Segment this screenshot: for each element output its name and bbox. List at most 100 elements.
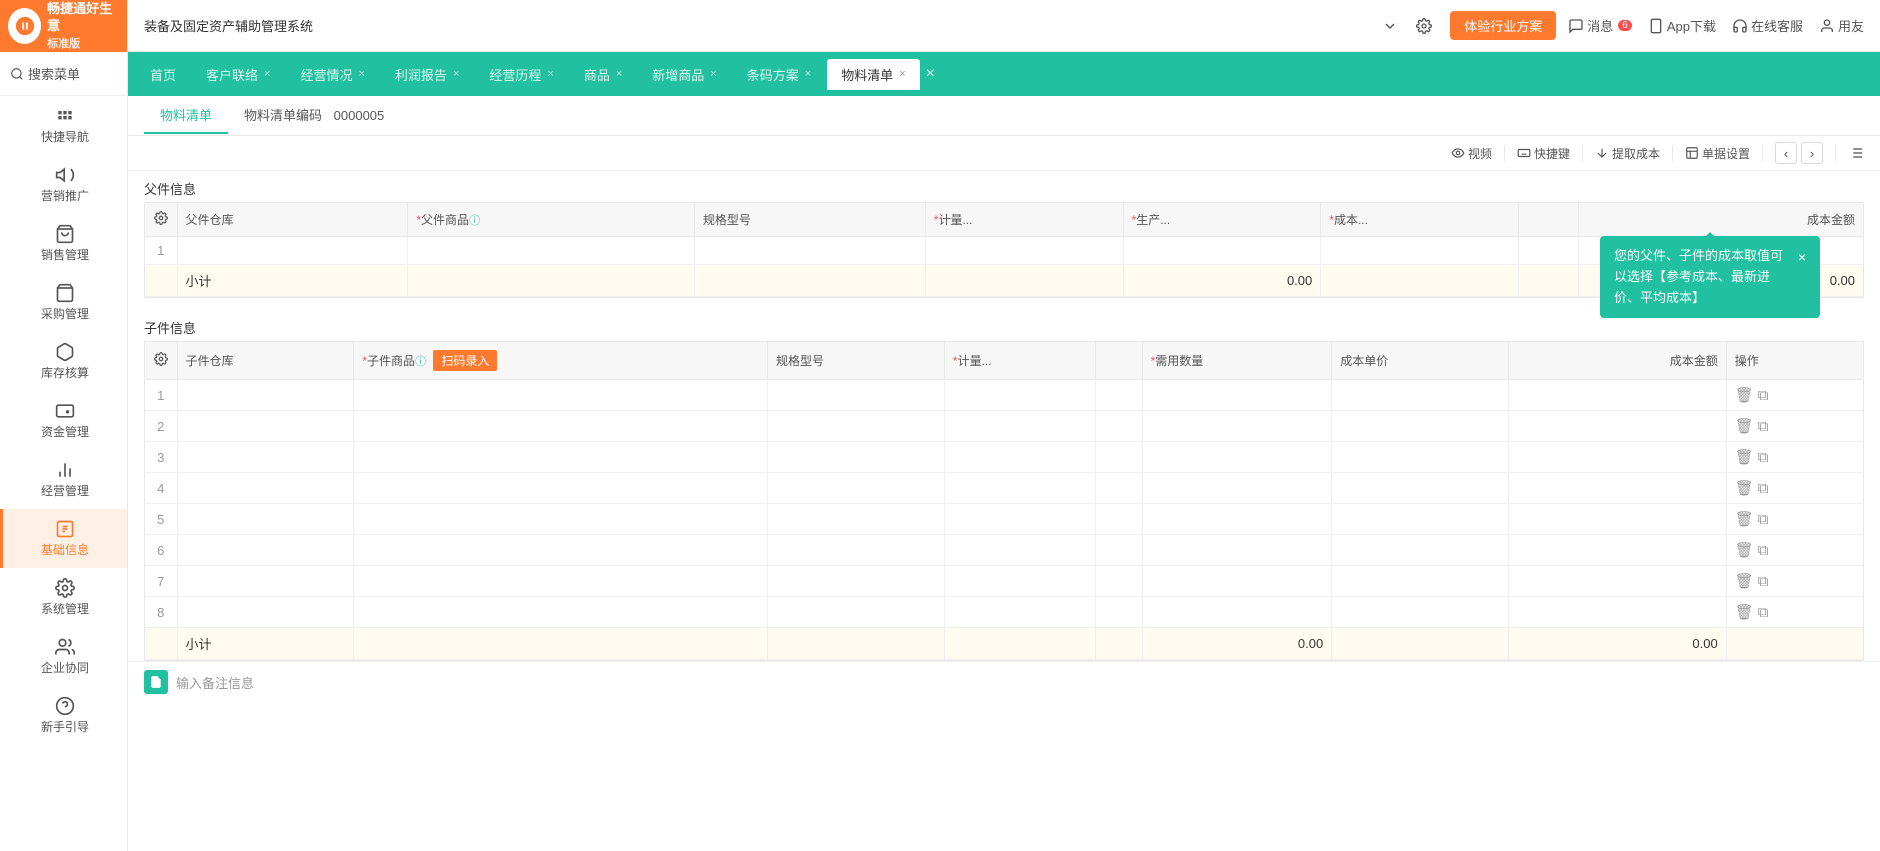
parent-row-spec[interactable] [694, 237, 925, 265]
child-row-4-unit[interactable] [944, 473, 1095, 504]
child-row-6-unit[interactable] [944, 535, 1095, 566]
child-row-2-warehouse[interactable] [177, 411, 354, 442]
child-row-3-warehouse[interactable] [177, 442, 354, 473]
child-row-1-spec[interactable] [768, 380, 945, 411]
sidebar-item-quick-nav[interactable]: 快捷导航 [0, 96, 127, 155]
bottom-hint-text[interactable]: 输入备注信息 [176, 673, 254, 692]
child-row-2-qty[interactable] [1142, 411, 1332, 442]
child-row-1-copy-btn[interactable]: ⧉ [1758, 387, 1769, 404]
user-button[interactable]: 用友 [1819, 16, 1864, 35]
app-download-button[interactable]: App下载 [1648, 16, 1716, 35]
nav-tab-customer-close[interactable]: × [264, 68, 270, 80]
child-row-8-spec[interactable] [768, 597, 945, 628]
nav-next-button[interactable]: › [1801, 142, 1823, 164]
child-row-5-unit-price[interactable] [1332, 504, 1509, 535]
child-row-1-unit-price[interactable] [1332, 380, 1509, 411]
nav-tab-bom[interactable]: 物料清单 × [827, 59, 919, 90]
child-row-5-spec[interactable] [768, 504, 945, 535]
nav-tab-profit[interactable]: 利润报告 × [381, 59, 473, 90]
nav-tab-history-close[interactable]: × [547, 68, 553, 80]
child-row-4-delete-btn[interactable]: 🗑 [1735, 479, 1754, 497]
child-row-4-product[interactable] [354, 473, 768, 504]
nav-tab-goods[interactable]: 商品 × [570, 59, 636, 90]
message-button[interactable]: 消息 6 [1568, 16, 1632, 35]
child-row-3-unit[interactable] [944, 442, 1095, 473]
child-row-5-warehouse[interactable] [177, 504, 354, 535]
child-row-6-product[interactable] [354, 535, 768, 566]
child-row-1-qty[interactable] [1142, 380, 1332, 411]
view-button[interactable]: 视频 [1451, 145, 1492, 162]
child-row-5-qty[interactable] [1142, 504, 1332, 535]
child-row-7-product[interactable] [354, 566, 768, 597]
settings-button[interactable] [1410, 12, 1438, 40]
parent-col-gear[interactable] [145, 203, 177, 237]
child-row-1-delete-btn[interactable]: 🗑 [1735, 386, 1754, 404]
child-row-6-delete-btn[interactable]: 🗑 [1735, 541, 1754, 559]
child-row-5-product[interactable] [354, 504, 768, 535]
child-row-7-unit-price[interactable] [1332, 566, 1509, 597]
child-row-7-delete-btn[interactable]: 🗑 [1735, 572, 1754, 590]
nav-tab-operation[interactable]: 经营情况 × [286, 59, 378, 90]
nav-tab-new-goods[interactable]: 新增商品 × [638, 59, 730, 90]
nav-tab-history[interactable]: 经营历程 × [475, 59, 567, 90]
child-row-5-copy-btn[interactable]: ⧉ [1758, 511, 1769, 528]
sidebar-item-finance[interactable]: 资金管理 [0, 391, 127, 450]
child-row-8-unit[interactable] [944, 597, 1095, 628]
child-row-4-copy-btn[interactable]: ⧉ [1758, 480, 1769, 497]
child-row-4-warehouse[interactable] [177, 473, 354, 504]
child-row-2-spec[interactable] [768, 411, 945, 442]
child-row-2-unit-price[interactable] [1332, 411, 1509, 442]
child-row-6-qty[interactable] [1142, 535, 1332, 566]
child-row-8-warehouse[interactable] [177, 597, 354, 628]
nav-tab-home[interactable]: 首页 [136, 59, 190, 90]
child-row-1-warehouse[interactable] [177, 380, 354, 411]
parent-row-cost[interactable] [1321, 237, 1519, 265]
nav-tab-profit-close[interactable]: × [453, 68, 459, 80]
child-row-8-unit-price[interactable] [1332, 597, 1509, 628]
single-settings-button[interactable]: 单据设置 [1685, 145, 1750, 162]
sidebar-item-inventory[interactable]: 库存核算 [0, 332, 127, 391]
nav-tab-operation-close[interactable]: × [358, 68, 364, 80]
sidebar-item-guide[interactable]: 新手引导 [0, 686, 127, 745]
child-row-3-delete-btn[interactable]: 🗑 [1735, 448, 1754, 466]
nav-tab-new-goods-close[interactable]: × [710, 68, 716, 80]
child-row-4-qty[interactable] [1142, 473, 1332, 504]
sidebar-item-basic[interactable]: 基础信息 [0, 509, 127, 568]
child-row-7-qty[interactable] [1142, 566, 1332, 597]
child-row-3-spec[interactable] [768, 442, 945, 473]
parent-row-unit[interactable] [925, 237, 1123, 265]
child-row-2-product[interactable] [354, 411, 768, 442]
child-row-8-qty[interactable] [1142, 597, 1332, 628]
child-row-1-product[interactable] [354, 380, 768, 411]
child-row-8-copy-btn[interactable]: ⧉ [1758, 604, 1769, 621]
child-row-1-unit[interactable] [944, 380, 1095, 411]
child-row-5-unit[interactable] [944, 504, 1095, 535]
sidebar-item-system[interactable]: 系统管理 [0, 568, 127, 627]
child-row-3-copy-btn[interactable]: ⧉ [1758, 449, 1769, 466]
child-row-3-qty[interactable] [1142, 442, 1332, 473]
nav-tab-customer[interactable]: 客户联络 × [192, 59, 284, 90]
child-row-4-spec[interactable] [768, 473, 945, 504]
sidebar-item-purchase[interactable]: 采购管理 [0, 273, 127, 332]
nav-close-all-button[interactable]: × [926, 65, 935, 83]
search-menu-button[interactable]: 搜索菜单 [8, 60, 119, 87]
extract-cost-button[interactable]: 提取成本 [1595, 145, 1660, 162]
child-row-7-warehouse[interactable] [177, 566, 354, 597]
nav-tab-barcode[interactable]: 条码方案 × [733, 59, 825, 90]
nav-tab-barcode-close[interactable]: × [805, 68, 811, 80]
nav-prev-button[interactable]: ‹ [1775, 142, 1797, 164]
sub-tab-bom-list[interactable]: 物料清单 [144, 97, 228, 134]
child-row-7-copy-btn[interactable]: ⧉ [1758, 573, 1769, 590]
child-row-7-spec[interactable] [768, 566, 945, 597]
child-row-8-product[interactable] [354, 597, 768, 628]
child-row-2-copy-btn[interactable]: ⧉ [1758, 418, 1769, 435]
child-row-5-delete-btn[interactable]: 🗑 [1735, 510, 1754, 528]
scan-button[interactable]: 扫码录入 [433, 350, 497, 371]
child-row-6-spec[interactable] [768, 535, 945, 566]
child-col-gear[interactable] [145, 342, 177, 380]
sub-tab-bom-code[interactable]: 物料清单编码 0000005 [228, 97, 400, 134]
child-row-6-warehouse[interactable] [177, 535, 354, 566]
child-row-7-unit[interactable] [944, 566, 1095, 597]
child-row-6-copy-btn[interactable]: ⧉ [1758, 542, 1769, 559]
child-row-6-unit-price[interactable] [1332, 535, 1509, 566]
